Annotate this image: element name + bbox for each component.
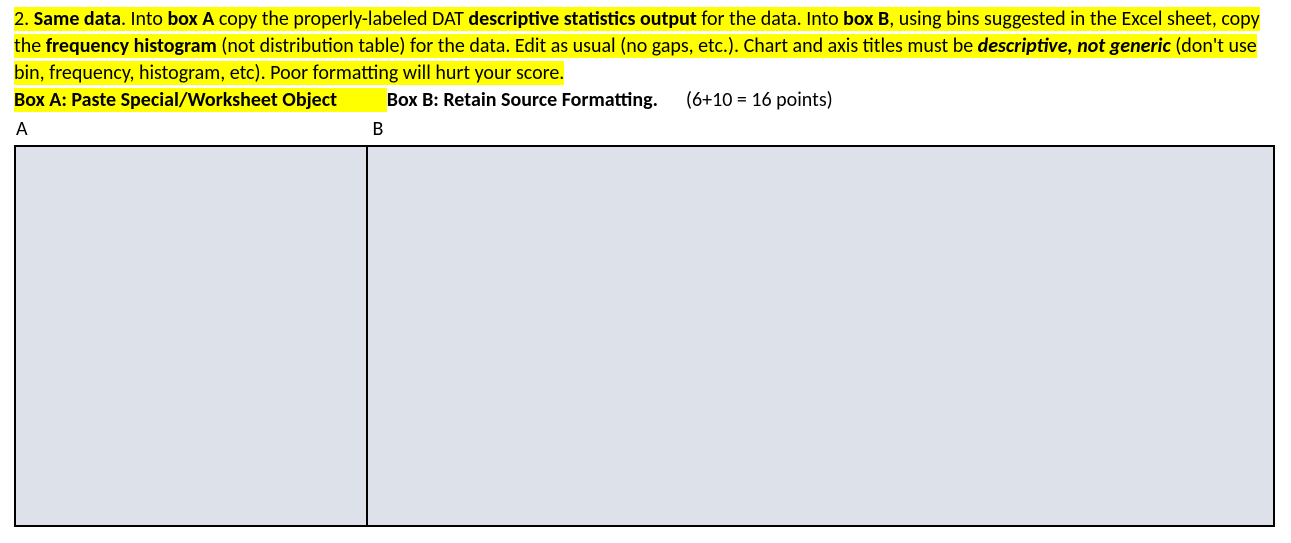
label-b: B	[373, 116, 384, 143]
box-b-instruction: Box B: Retain Source Formatting.	[387, 88, 658, 112]
box-a-instruction: Box A: Paste Special/Worksheet Object	[14, 88, 337, 112]
box-column-labels: A B	[14, 116, 1281, 143]
q-num: 2.	[14, 7, 34, 31]
gap	[337, 88, 387, 112]
question-text: 2. Same data. Into box A copy the proper…	[14, 6, 1281, 114]
desc-not-generic: descriptive, not generic	[978, 34, 1171, 58]
assignment-question-block: 2. Same data. Into box A copy the proper…	[0, 0, 1291, 537]
box-a-ref: box A	[167, 7, 214, 31]
points-text: (6+10 = 16 points)	[686, 88, 833, 112]
box-b-ref: box B	[843, 7, 889, 31]
answer-boxes-container	[14, 145, 1275, 527]
question-line2: Box A: Paste Special/Worksheet Object Bo…	[14, 88, 833, 112]
answer-box-a[interactable]	[16, 147, 368, 525]
frag-1c: for the data. Into	[697, 7, 843, 31]
frag-1e: (not distribution table) for the data. E…	[217, 34, 978, 58]
same-data: Same data	[34, 7, 121, 31]
question-line1: 2. Same data. Into box A copy the proper…	[14, 7, 1260, 85]
answer-box-b[interactable]	[368, 147, 1273, 525]
desc-stats-ref: descriptive statistics output	[468, 7, 696, 31]
freq-hist-ref: frequency histogram	[46, 34, 217, 58]
frag-1b: copy the properly-labeled DAT	[214, 7, 468, 31]
frag-1a: . Into	[121, 7, 168, 31]
label-a: A	[14, 116, 368, 143]
